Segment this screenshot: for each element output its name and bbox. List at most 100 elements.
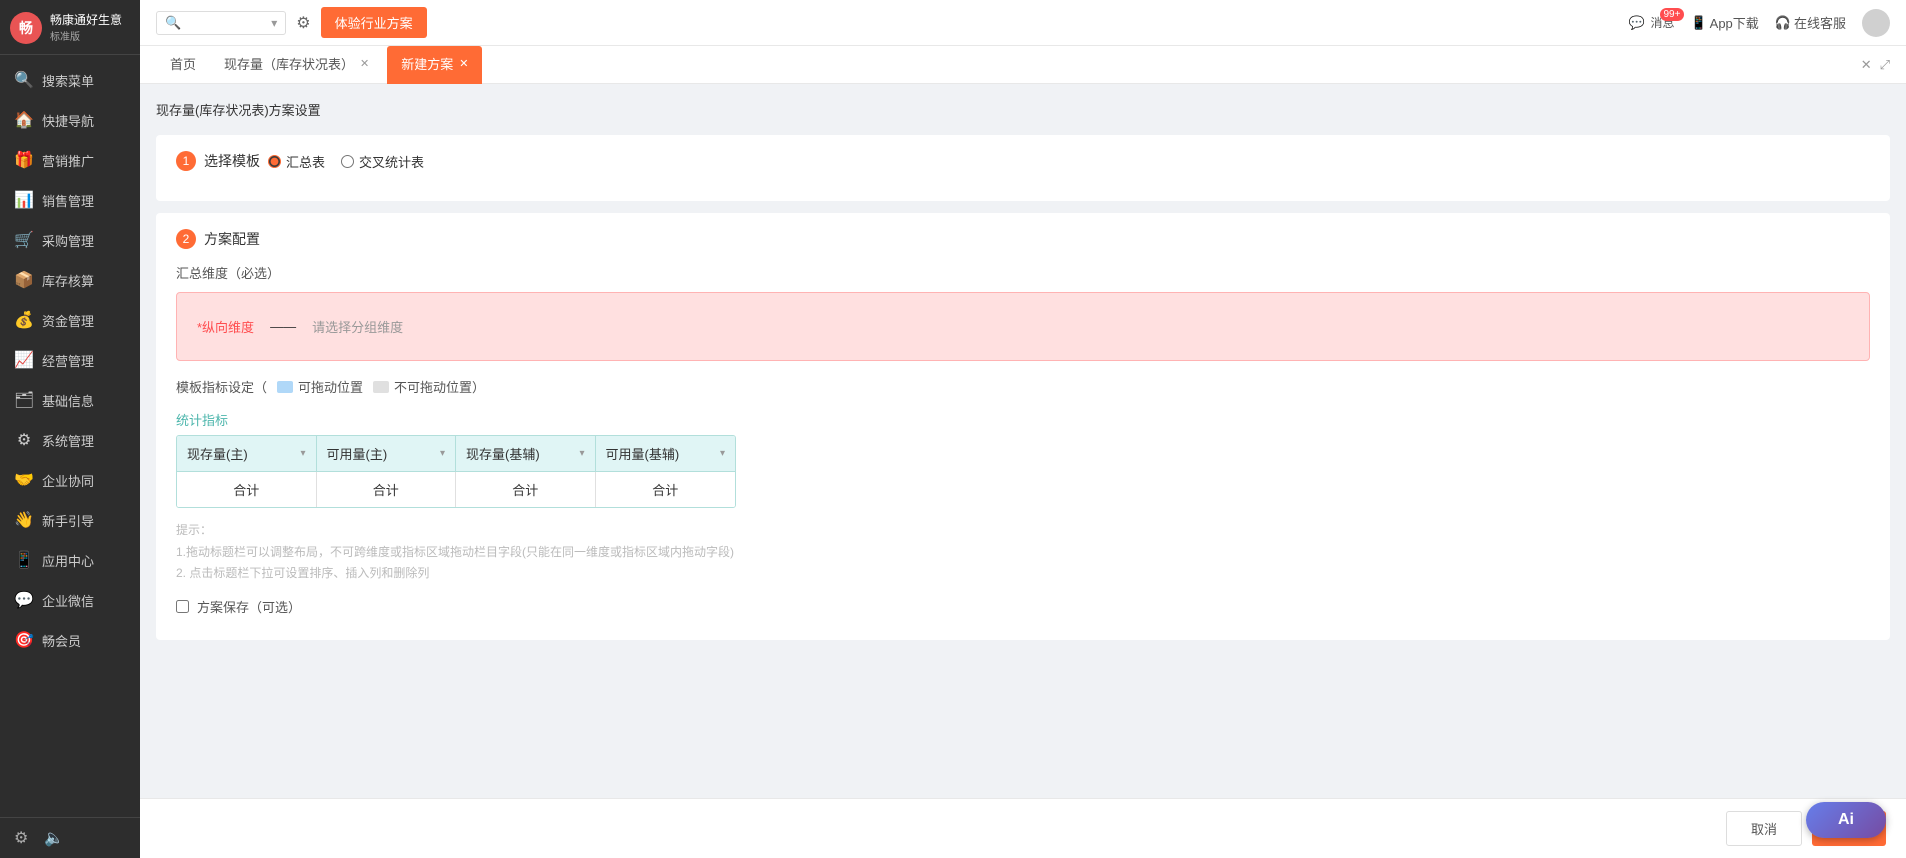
tab-new-scheme-close[interactable]: ✕	[459, 57, 468, 70]
audio-icon[interactable]: 🔈	[44, 828, 64, 848]
sidebar-item-purchase[interactable]: 🛒 采购管理	[0, 220, 140, 260]
tab-inventory[interactable]: 现存量（库存状况表） ✕	[210, 46, 383, 84]
download-icon: 📱	[1690, 15, 1706, 31]
col-4-header[interactable]: 可用量(基辅) ▾	[596, 436, 736, 471]
col-1-label: 现存量(主)	[187, 444, 248, 463]
no-drag-label: 不可拖动位置）	[394, 377, 485, 396]
sidebar-label-nav: 快捷导航	[42, 111, 94, 130]
radio-summary-label: 汇总表	[286, 152, 325, 171]
tab-home[interactable]: 首页	[156, 46, 210, 84]
sidebar-label-sales: 销售管理	[42, 191, 94, 210]
search-box[interactable]: 🔍 ▾	[156, 11, 286, 35]
col-1-header[interactable]: 现存量(主) ▾	[177, 436, 317, 471]
cell-2: 合计	[317, 472, 457, 507]
cart-icon: 🛒	[14, 230, 34, 250]
tab-inventory-label: 现存量（库存状况表）	[224, 54, 354, 73]
cancel-button[interactable]: 取消	[1726, 811, 1802, 846]
gift-icon: 🎁	[14, 150, 34, 170]
tab-new-scheme[interactable]: 新建方案 ✕	[387, 46, 482, 84]
scheme-save-checkbox[interactable]	[176, 600, 189, 613]
col-2-label: 可用量(主)	[327, 444, 388, 463]
drag-indicator: 可拖动位置	[277, 377, 363, 396]
dim-section-label: 汇总维度（必选）	[176, 263, 1870, 282]
customer-service-link[interactable]: 🎧 在线客服	[1775, 13, 1846, 32]
template-radio-group: 汇总表 交叉统计表	[268, 152, 424, 171]
gear-icon[interactable]: ⚙	[296, 13, 310, 33]
topbar-right: 💬 99+ 消息 📱 App下载 🎧 在线客服	[1629, 9, 1890, 37]
scheme-title: 现存量(库存状况表)方案设置	[156, 100, 1890, 119]
step1-section: 1 选择模板 汇总表 交叉统计表	[156, 135, 1890, 201]
target-icon: 🎯	[14, 630, 34, 650]
message-button[interactable]: 💬 99+ 消息	[1629, 14, 1675, 31]
app-download-link[interactable]: 📱 App下载	[1690, 13, 1758, 32]
cell-4: 合计	[596, 472, 736, 507]
sidebar-label-management: 经营管理	[42, 351, 94, 370]
chevron-down-icon[interactable]: ▾	[271, 16, 277, 30]
sidebar-item-cooperation[interactable]: 🤝 企业协同	[0, 460, 140, 500]
dimension-area[interactable]: *纵向维度 —— 请选择分组维度	[176, 292, 1870, 361]
sidebar-item-marketing[interactable]: 🎁 营销推广	[0, 140, 140, 180]
col-1-chevron[interactable]: ▾	[300, 448, 305, 459]
sidebar-item-system[interactable]: ⚙ 系统管理	[0, 420, 140, 460]
settings-footer-icon[interactable]: ⚙	[14, 828, 28, 848]
sidebar-label-finance: 资金管理	[42, 311, 94, 330]
col-3-header[interactable]: 现存量(基辅) ▾	[456, 436, 596, 471]
col-2-chevron[interactable]: ▾	[440, 448, 445, 459]
sidebar-item-newbie[interactable]: 👋 新手引导	[0, 500, 140, 540]
sidebar-item-inventory[interactable]: 📦 库存核算	[0, 260, 140, 300]
tab-inventory-close[interactable]: ✕	[360, 57, 369, 70]
indicator-row: 模板指标设定（ 可拖动位置 不可拖动位置）	[176, 377, 1870, 396]
step1-badge: 1	[176, 151, 196, 171]
cell-1: 合计	[177, 472, 317, 507]
scheme-save-label: 方案保存（可选）	[197, 597, 301, 616]
app-version: 标准版	[50, 28, 122, 43]
sidebar-label-purchase: 采购管理	[42, 231, 94, 250]
cell-3: 合计	[456, 472, 596, 507]
close-icon[interactable]: ✕	[1861, 57, 1872, 73]
col-2-header[interactable]: 可用量(主) ▾	[317, 436, 457, 471]
sidebar-nav: 🔍 搜索菜单 🏠 快捷导航 🎁 营销推广 📊 销售管理 🛒 采购管理 📦 库存核…	[0, 55, 140, 817]
step2-header: 2 方案配置	[176, 229, 1870, 249]
chat-icon: 💬	[14, 590, 34, 610]
tips-section: 提示： 1.拖动标题栏可以调整布局，不可跨维度或指标区域拖动栏目字段(只能在同一…	[176, 520, 1870, 585]
sidebar-item-member[interactable]: 🎯 畅会员	[0, 620, 140, 660]
sidebar-item-management[interactable]: 📈 经营管理	[0, 340, 140, 380]
col-4-chevron[interactable]: ▾	[720, 448, 725, 459]
no-drag-box	[373, 381, 389, 393]
step2-section: 2 方案配置 汇总维度（必选） *纵向维度 —— 请选择分组维度 模板指标设定（…	[156, 213, 1890, 640]
expand-icon[interactable]: ⤢	[1880, 57, 1890, 73]
search-input[interactable]	[186, 16, 266, 30]
no-drag-indicator: 不可拖动位置）	[373, 377, 485, 396]
ai-badge[interactable]: Ai	[1806, 802, 1886, 838]
step1-label: 选择模板	[204, 151, 260, 171]
drag-box	[277, 381, 293, 393]
app-logo: 畅 畅康通好生意 标准版	[0, 0, 140, 55]
avatar[interactable]	[1862, 9, 1890, 37]
sidebar-item-wechat[interactable]: 💬 企业微信	[0, 580, 140, 620]
dim-placeholder: 请选择分组维度	[312, 317, 403, 336]
radio-summary[interactable]: 汇总表	[268, 152, 325, 171]
stats-table-header: 现存量(主) ▾ 可用量(主) ▾ 现存量(基辅) ▾ 可用量(基辅)	[177, 436, 735, 472]
sidebar-item-search[interactable]: 🔍 搜索菜单	[0, 60, 140, 100]
col-4-label: 可用量(基辅)	[606, 444, 680, 463]
sidebar-item-finance[interactable]: 💰 资金管理	[0, 300, 140, 340]
sidebar-label-basic: 基础信息	[42, 391, 94, 410]
sidebar-label-marketing: 营销推广	[42, 151, 94, 170]
sidebar-footer: ⚙ 🔈	[0, 817, 140, 858]
scheme-save-row: 方案保存（可选）	[176, 585, 1870, 624]
sidebar-item-sales[interactable]: 📊 销售管理	[0, 180, 140, 220]
trial-button[interactable]: 体验行业方案	[321, 7, 427, 38]
step1-header: 1 选择模板 汇总表 交叉统计表	[176, 151, 1870, 171]
sidebar-label-member: 畅会员	[42, 631, 81, 650]
sidebar-label-wechat: 企业微信	[42, 591, 94, 610]
indicator-label: 模板指标设定（	[176, 377, 267, 396]
col-3-chevron[interactable]: ▾	[579, 448, 584, 459]
sidebar-label-system: 系统管理	[42, 431, 94, 450]
sidebar-item-nav[interactable]: 🏠 快捷导航	[0, 100, 140, 140]
col-3-label: 现存量(基辅)	[466, 444, 540, 463]
sidebar-item-basic[interactable]: 🗂 基础信息	[0, 380, 140, 420]
step2-label: 方案配置	[204, 229, 260, 249]
sidebar-item-apps[interactable]: 📱 应用中心	[0, 540, 140, 580]
radio-cross[interactable]: 交叉统计表	[341, 152, 424, 171]
sidebar-label-apps: 应用中心	[42, 551, 94, 570]
